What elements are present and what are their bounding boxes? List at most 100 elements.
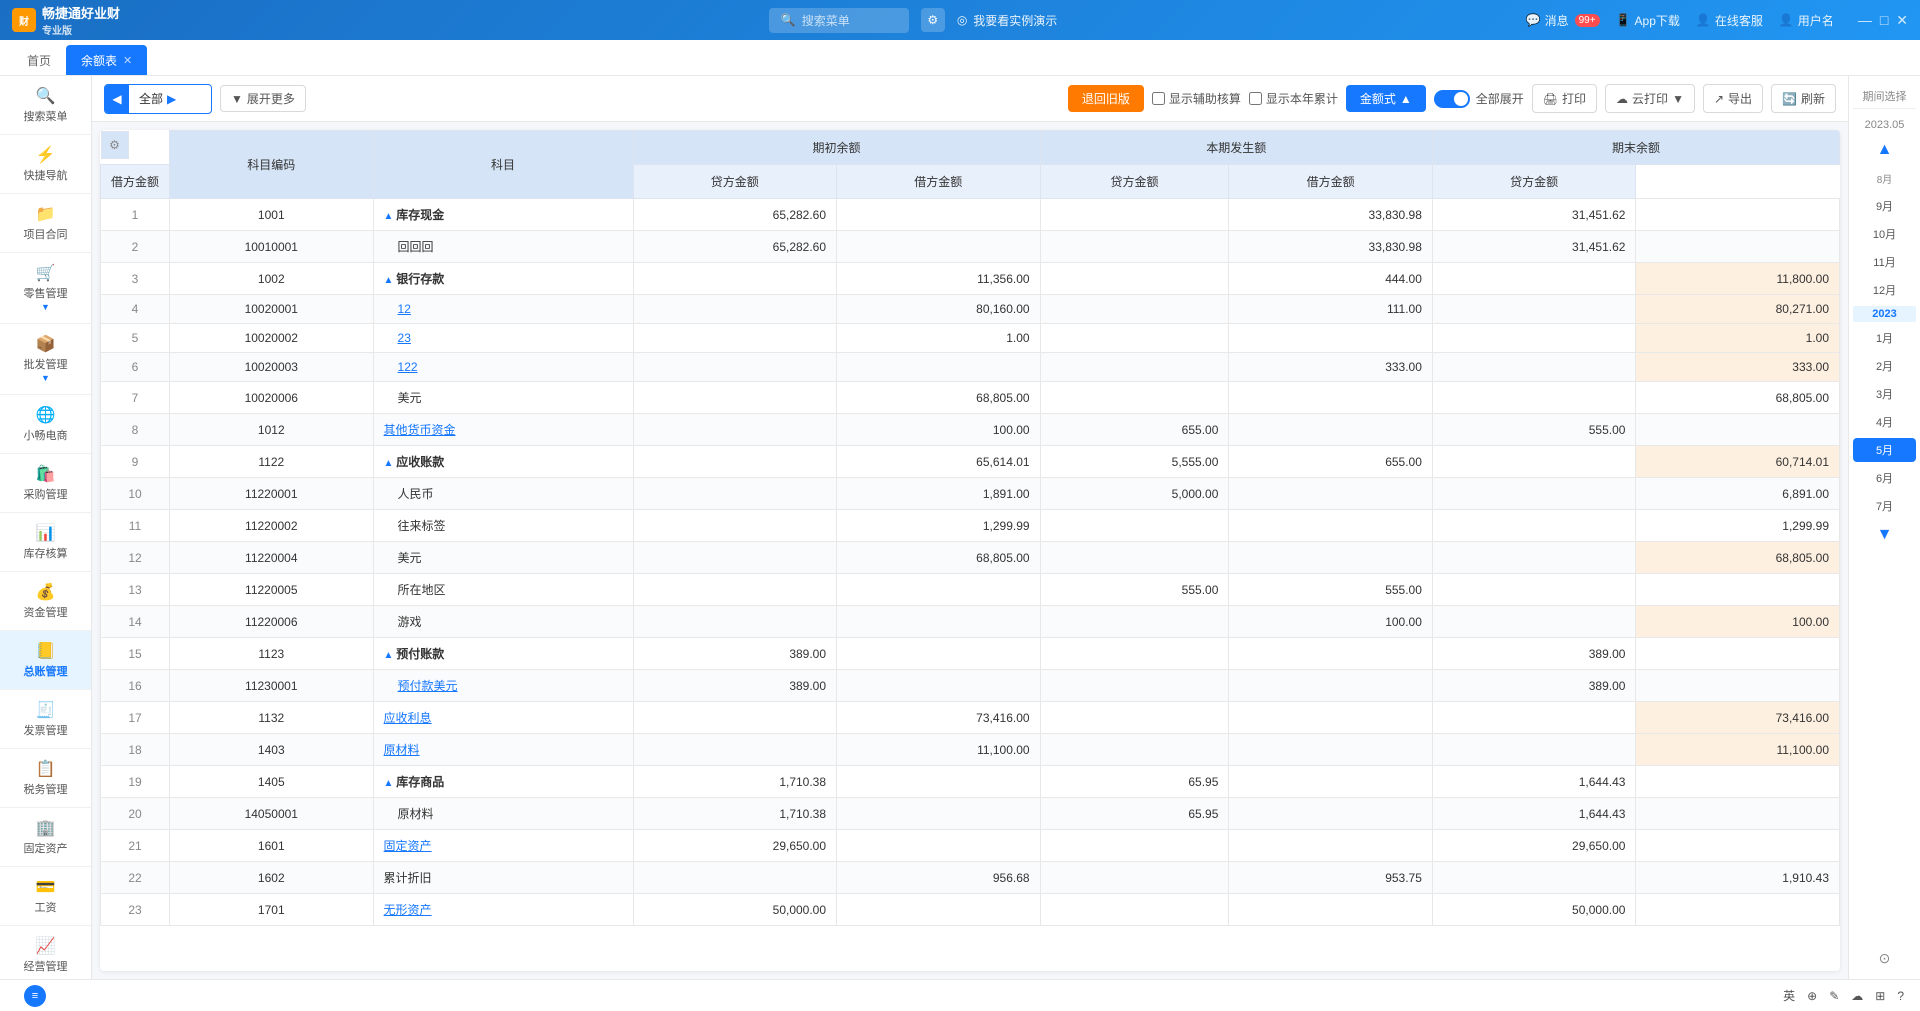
table-row: 1011220001人民币1,891.005,000.006,891.00 — [101, 478, 1840, 510]
window-minimize[interactable]: — — [1858, 12, 1872, 28]
online-service-btn[interactable]: 👤 在线客服 — [1696, 12, 1763, 29]
cell-num: 21 — [101, 830, 170, 862]
cell-subject[interactable]: 预付款美元 — [373, 670, 633, 702]
window-maximize[interactable]: □ — [1880, 12, 1888, 28]
cell-subject[interactable]: 122 — [373, 353, 633, 382]
sidebar-item-invoice[interactable]: 🧾 发票管理 — [0, 690, 91, 749]
cell-subject[interactable]: 无形资产 — [373, 894, 633, 926]
message-btn[interactable]: 💬 消息 99+ — [1526, 12, 1600, 29]
tab-close-icon[interactable]: ✕ — [123, 54, 132, 67]
sidebar-item-wholesale[interactable]: 📦 批发管理 ▼ — [0, 324, 91, 395]
expand-btn[interactable]: ▼ 展开更多 — [220, 85, 306, 112]
period-2[interactable]: 2月 — [1853, 354, 1916, 378]
cell-credit-cur — [1229, 894, 1433, 926]
period-11[interactable]: 11月 — [1853, 250, 1916, 274]
print-btn[interactable]: 🖨 打印 — [1532, 84, 1597, 113]
cell-code: 1001 — [170, 199, 374, 231]
table-settings-icon[interactable]: ⚙ — [101, 131, 129, 159]
period-7[interactable]: 7月 — [1853, 494, 1916, 518]
period-4[interactable]: 4月 — [1853, 410, 1916, 434]
sidebar-item-retail[interactable]: 🛒 零售管理 ▼ — [0, 253, 91, 324]
sidebar-item-search[interactable]: 🔍 搜索菜单 — [0, 76, 91, 135]
cloud-print-btn[interactable]: ☁ 云打印 ▼ — [1605, 84, 1695, 113]
expand-toggle[interactable]: 全部展开 — [1434, 90, 1524, 108]
tab-balance[interactable]: 余额表 ✕ — [66, 45, 147, 75]
cell-subject[interactable]: 原材料 — [373, 734, 633, 766]
sidebar-item-salary[interactable]: 💳 工资 — [0, 867, 91, 926]
back-old-version-btn[interactable]: 退回旧版 — [1068, 85, 1144, 112]
sidebar-item-purchase[interactable]: 🛍️ 采购管理 — [0, 454, 91, 513]
period-1[interactable]: 1月 — [1853, 326, 1916, 350]
sidebar-item-quicknav[interactable]: ⚡ 快捷导航 — [0, 135, 91, 194]
cell-debit-begin — [633, 606, 837, 638]
cell-subject[interactable]: 其他货币资金 — [373, 414, 633, 446]
format-arrow-icon: ▲ — [1400, 92, 1412, 106]
settings-icon[interactable]: ⚙ — [921, 8, 945, 32]
cell-code: 11220005 — [170, 574, 374, 606]
edit-btn[interactable]: ✎ — [1829, 989, 1839, 1003]
export-btn[interactable]: ↗ 导出 — [1703, 84, 1763, 113]
cell-credit-end: 60,714.01 — [1636, 446, 1840, 478]
period-3[interactable]: 3月 — [1853, 382, 1916, 406]
zoom-btn[interactable]: ⊕ — [1807, 989, 1817, 1003]
cell-debit-cur: 5,555.00 — [1040, 446, 1229, 478]
show-year-checkbox[interactable]: 显示本年累计 — [1249, 90, 1338, 107]
sidebar-item-operation[interactable]: 📈 经营管理 — [0, 926, 91, 979]
header-credit-end: 贷方金额 — [1432, 165, 1636, 199]
refresh-btn[interactable]: 🔄 刷新 — [1771, 84, 1836, 113]
cell-subject[interactable]: 12 — [373, 295, 633, 324]
cell-debit-begin: 1,710.38 — [633, 798, 837, 830]
format-btn[interactable]: 金额式 ▲ — [1346, 85, 1426, 112]
show-assist-checkbox[interactable]: 显示辅助核算 — [1152, 90, 1241, 107]
table-row: 1211220004美元68,805.0068,805.00 — [101, 542, 1840, 574]
filter-select[interactable]: 全部 ▶ — [131, 86, 211, 111]
demo-link[interactable]: ◎ 我要看实例演示 — [957, 12, 1058, 29]
sidebar-item-ecommerce[interactable]: 🌐 小畅电商 — [0, 395, 91, 454]
period-nav-down[interactable]: ▼ — [1853, 522, 1916, 548]
period-9[interactable]: 9月 — [1853, 194, 1916, 218]
window-close[interactable]: ✕ — [1896, 12, 1908, 29]
cell-subject: 往来标签 — [373, 510, 633, 542]
period-collapse-btn[interactable]: ⊙ — [1853, 946, 1916, 971]
filter-back-btn[interactable]: ◀ — [105, 85, 129, 113]
period-5[interactable]: 5月 — [1853, 438, 1916, 462]
sidebar-item-ledger[interactable]: 📒 总账管理 — [0, 631, 91, 690]
cell-credit-begin — [837, 766, 1041, 798]
tab-home[interactable]: 首页 — [12, 45, 66, 75]
period-nav-up[interactable]: ▲ — [1853, 137, 1916, 163]
cell-subject[interactable]: 应收利息 — [373, 702, 633, 734]
period-12[interactable]: 12月 — [1853, 278, 1916, 302]
table-row: 211601固定资产29,650.0029,650.00 — [101, 830, 1840, 862]
cell-debit-begin — [633, 702, 837, 734]
search-box[interactable]: 🔍 搜索菜单 — [769, 8, 909, 33]
show-assist-input[interactable] — [1152, 92, 1165, 105]
help-btn[interactable]: ? — [1897, 989, 1904, 1003]
cell-debit-cur — [1040, 324, 1229, 353]
cell-num: 3 — [101, 263, 170, 295]
cell-credit-begin: 65,614.01 — [837, 446, 1041, 478]
user-avatar[interactable]: 👤 用户名 — [1779, 12, 1834, 29]
sidebar-item-capital[interactable]: 💰 资金管理 — [0, 572, 91, 631]
cell-num: 20 — [101, 798, 170, 830]
cloud-btn[interactable]: ☁ — [1851, 989, 1863, 1003]
sidebar-item-inventory[interactable]: 📊 库存核算 — [0, 513, 91, 572]
cell-num: 11 — [101, 510, 170, 542]
cell-code: 1002 — [170, 263, 374, 295]
chat-float-btn[interactable]: ≡ — [24, 985, 46, 1007]
sidebar-item-tax[interactable]: 📋 税务管理 — [0, 749, 91, 808]
app-download-btn[interactable]: 📱 App下载 — [1616, 12, 1680, 29]
period-10[interactable]: 10月 — [1853, 222, 1916, 246]
cell-code: 10010001 — [170, 231, 374, 263]
show-year-input[interactable] — [1249, 92, 1262, 105]
sidebar-item-project[interactable]: 📁 项目合同 — [0, 194, 91, 253]
cell-subject[interactable]: 23 — [373, 324, 633, 353]
sidebar-item-assets[interactable]: 🏢 固定资产 — [0, 808, 91, 867]
lang-btn[interactable]: 英 — [1783, 987, 1795, 1004]
cell-subject[interactable]: 固定资产 — [373, 830, 633, 862]
period-6[interactable]: 6月 — [1853, 466, 1916, 490]
expand-toggle-switch[interactable] — [1434, 90, 1470, 108]
grid-btn[interactable]: ⊞ — [1875, 989, 1885, 1003]
quicknav-icon: ⚡ — [6, 145, 85, 165]
expand-down-icon: ▼ — [231, 92, 243, 106]
cell-num: 2 — [101, 231, 170, 263]
